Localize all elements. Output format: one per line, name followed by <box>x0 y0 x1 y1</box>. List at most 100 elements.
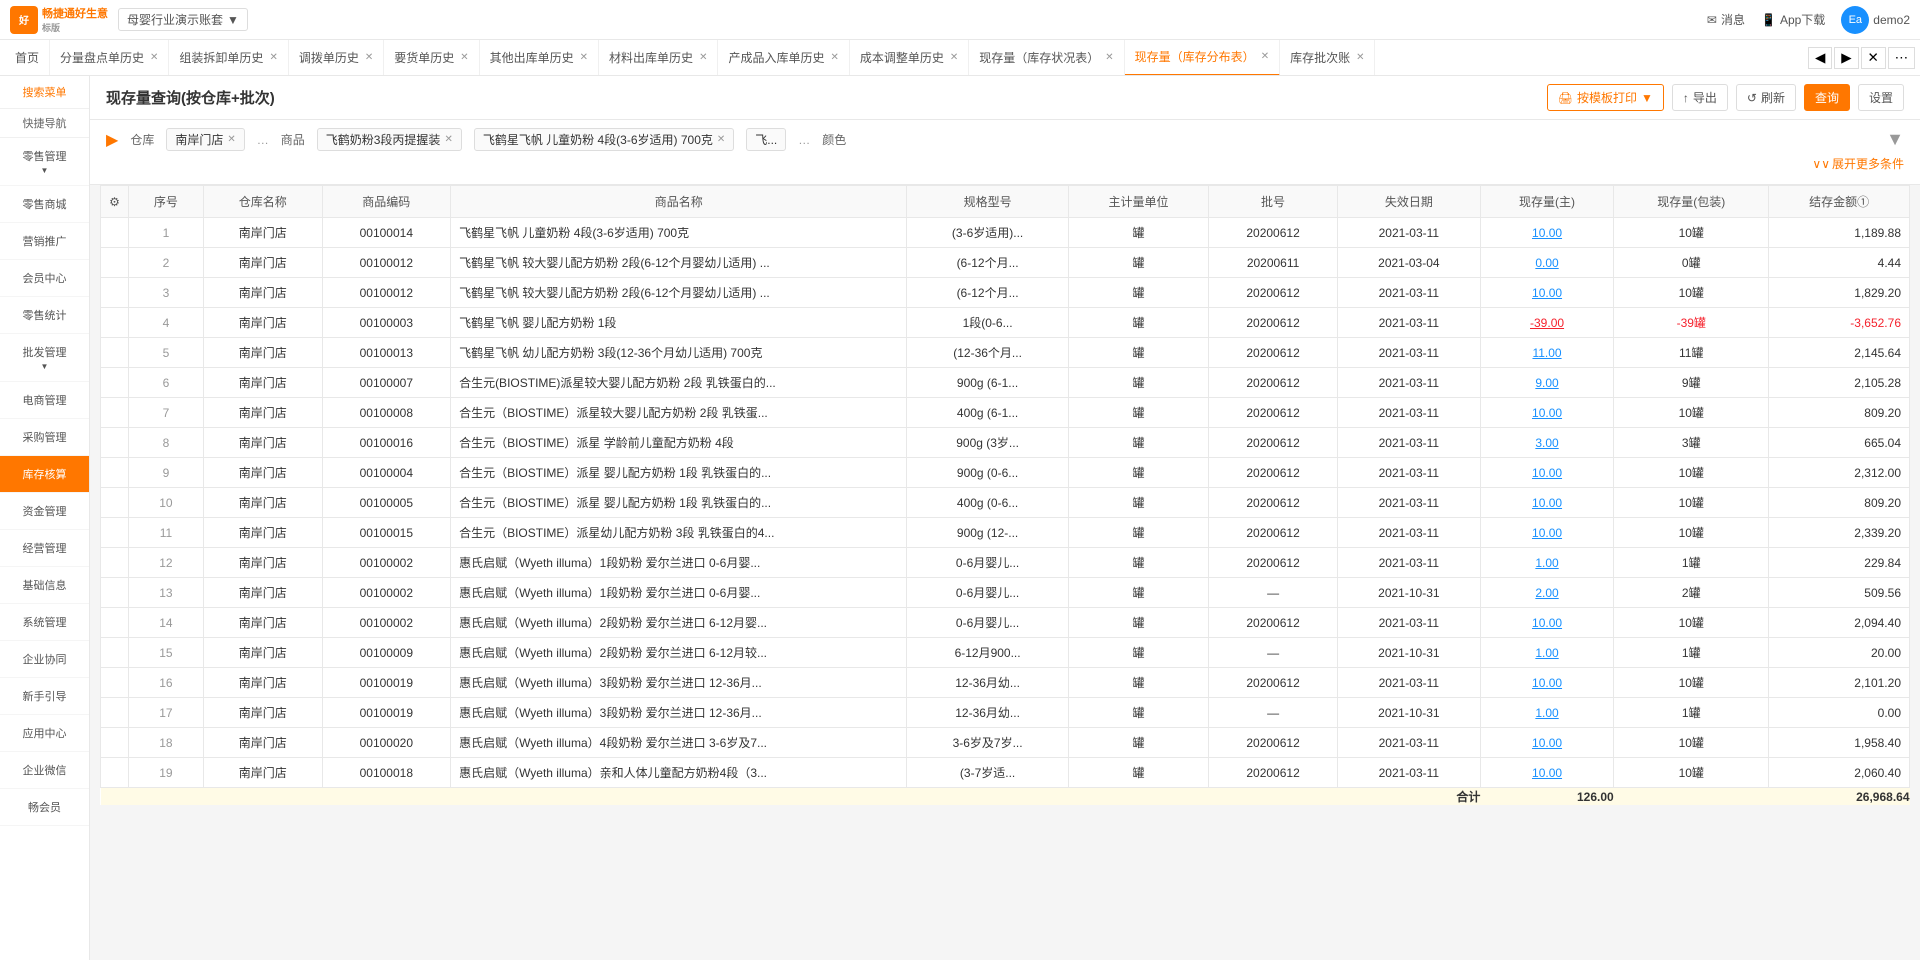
table-row: 11 南岸门店 00100015 合生元（BIOSTIME）派星幼儿配方奶粉 3… <box>101 518 1910 548</box>
cell-stock-main[interactable]: 3.00 <box>1480 428 1613 458</box>
tab-close-icon[interactable]: ✕ <box>1356 52 1364 63</box>
cell-stock-main[interactable]: 10.00 <box>1480 758 1613 788</box>
sidebar-item-guide[interactable]: 新手引导 <box>0 678 89 715</box>
cell-stock-main[interactable]: 10.00 <box>1480 218 1613 248</box>
tab-transfer[interactable]: 调拨单历史✕ <box>289 40 384 76</box>
tab-menu-button[interactable]: ⋯ <box>1888 47 1915 69</box>
remove-product-filter-2-icon[interactable]: ✕ <box>717 134 725 145</box>
cell-stock-main[interactable]: 10.00 <box>1480 488 1613 518</box>
tab-close-icon[interactable]: ✕ <box>269 52 277 63</box>
tab-partial[interactable]: 分量盘点单历史✕ <box>50 40 169 76</box>
template-print-button[interactable]: 🖨 按模板打印 ▼ <box>1547 84 1664 111</box>
cell-stock-main[interactable]: 10.00 <box>1480 398 1613 428</box>
cell-no: 3 <box>129 278 204 308</box>
col-settings[interactable]: ⚙ <box>101 186 129 218</box>
product-more-icon[interactable]: … <box>798 133 810 147</box>
workspace-selector[interactable]: 母婴行业演示账套 ▼ <box>118 8 248 31</box>
page-header: 现存量查询(按仓库+批次) 🖨 按模板打印 ▼ ↑ 导出 ↺ 刷新 查询 <box>90 76 1920 120</box>
sidebar-item-basic-info[interactable]: 基础信息 <box>0 567 89 604</box>
refresh-button[interactable]: ↺ 刷新 <box>1736 84 1796 111</box>
warehouse-filter-tag[interactable]: 南岸门店 ✕ <box>166 128 244 151</box>
settings-button[interactable]: 设置 <box>1858 84 1904 111</box>
tab-stock-dist[interactable]: 现存量（库存分布表）✕ <box>1125 40 1280 76</box>
cell-stock-main[interactable]: 1.00 <box>1480 698 1613 728</box>
cell-warehouse: 南岸门店 <box>203 218 322 248</box>
cell-batch: — <box>1209 698 1338 728</box>
cell-stock-main[interactable]: 2.00 <box>1480 578 1613 608</box>
tab-close-icon[interactable]: ✕ <box>1105 52 1113 63</box>
expand-conditions-button[interactable]: ∨∨ 展开更多条件 <box>1812 155 1904 172</box>
warehouse-more-icon[interactable]: … <box>257 133 269 147</box>
sidebar-item-ecommerce[interactable]: 电商管理 <box>0 382 89 419</box>
sidebar-item-marketing[interactable]: 营销推广 <box>0 223 89 260</box>
sidebar-item-wholesale[interactable]: 批发管理▼ <box>0 334 89 382</box>
remove-warehouse-filter-icon[interactable]: ✕ <box>227 134 235 145</box>
cell-stock-main[interactable]: 9.00 <box>1480 368 1613 398</box>
cell-batch: 20200612 <box>1209 308 1338 338</box>
tab-request[interactable]: 要货单历史✕ <box>384 40 479 76</box>
cell-stock-main[interactable]: 10.00 <box>1480 608 1613 638</box>
tab-close-icon[interactable]: ✕ <box>580 52 588 63</box>
tab-close-icon[interactable]: ✕ <box>830 52 838 63</box>
cell-stock-main[interactable]: 1.00 <box>1480 638 1613 668</box>
tab-batch-ledger[interactable]: 库存批次账✕ <box>1280 40 1375 76</box>
sidebar-item-inventory[interactable]: 库存核算 <box>0 456 89 493</box>
user-profile[interactable]: Ea demo2 <box>1841 6 1910 34</box>
product-filter-tag-2[interactable]: 飞鹤星飞帆 儿童奶粉 4段(3-6岁适用) 700克 ✕ <box>474 128 734 151</box>
tab-close-icon[interactable]: ✕ <box>460 52 468 63</box>
cell-stock-main[interactable]: 10.00 <box>1480 668 1613 698</box>
tab-next-button[interactable]: ▶ <box>1834 47 1858 69</box>
tab-home[interactable]: 首页 <box>5 40 50 76</box>
tab-close-icon[interactable]: ✕ <box>950 52 958 63</box>
tab-stock-status[interactable]: 现存量（库存状况表）✕ <box>969 40 1124 76</box>
sidebar-item-retail-mall[interactable]: 零售商城 <box>0 186 89 223</box>
cell-stock-main[interactable]: 10.00 <box>1480 728 1613 758</box>
cell-stock-main[interactable]: 11.00 <box>1480 338 1613 368</box>
tab-other-out[interactable]: 其他出库单历史✕ <box>480 40 599 76</box>
sidebar-item-management[interactable]: 经营管理 <box>0 530 89 567</box>
tab-close-icon[interactable]: ✕ <box>699 52 707 63</box>
cell-stock-main[interactable]: 0.00 <box>1480 248 1613 278</box>
filter-chevron-down-icon[interactable]: ▼ <box>1886 129 1904 150</box>
sidebar-item-wechat[interactable]: 企业微信 <box>0 752 89 789</box>
tab-prev-button[interactable]: ◀ <box>1808 47 1832 69</box>
cell-name: 飞鹤星飞帆 儿童奶粉 4段(3-6岁适用) 700克 <box>451 218 907 248</box>
sidebar-item-finance[interactable]: 资金管理 <box>0 493 89 530</box>
sidebar-item-app-center[interactable]: 应用中心 <box>0 715 89 752</box>
cell-stock-main[interactable]: 10.00 <box>1480 458 1613 488</box>
tab-cost-adj[interactable]: 成本调整单历史✕ <box>850 40 969 76</box>
cell-stock-main[interactable]: 1.00 <box>1480 548 1613 578</box>
sidebar-item-member[interactable]: 畅会员 <box>0 789 89 826</box>
product-filter-tag-1[interactable]: 飞鹤奶粉3段丙提握装 ✕ <box>317 128 462 151</box>
cell-expire: 2021-03-11 <box>1337 728 1480 758</box>
refresh-icon: ↺ <box>1747 91 1757 105</box>
sidebar-item-system[interactable]: 系统管理 <box>0 604 89 641</box>
sidebar-search[interactable]: 搜索菜单 <box>0 76 89 109</box>
message-label: 消息 <box>1721 11 1745 28</box>
sidebar-quick-nav[interactable]: 快捷导航 <box>0 109 89 138</box>
product-filter-tag-3[interactable]: 飞... <box>746 128 786 151</box>
cell-stock-main[interactable]: -39.00 <box>1480 308 1613 338</box>
tab-product-in[interactable]: 产成品入库单历史✕ <box>718 40 849 76</box>
cell-stock-pkg: 10罐 <box>1614 608 1769 638</box>
message-button[interactable]: ✉ 消息 <box>1707 11 1745 28</box>
remove-product-filter-1-icon[interactable]: ✕ <box>444 134 452 145</box>
cell-stock-main[interactable]: 10.00 <box>1480 278 1613 308</box>
tab-disassemble[interactable]: 组装拆卸单历史✕ <box>169 40 288 76</box>
app-download-button[interactable]: 📱 App下载 <box>1761 11 1825 28</box>
tab-close-all-button[interactable]: ✕ <box>1861 47 1886 69</box>
sidebar-item-retail-management[interactable]: 零售管理▼ <box>0 138 89 186</box>
filter-expand-left-icon[interactable]: ▶ <box>106 130 118 150</box>
tab-close-icon[interactable]: ✕ <box>1261 51 1269 62</box>
sidebar-item-member-center[interactable]: 会员中心 <box>0 260 89 297</box>
sidebar-item-purchase[interactable]: 采购管理 <box>0 419 89 456</box>
query-button[interactable]: 查询 <box>1804 84 1850 111</box>
export-button[interactable]: ↑ 导出 <box>1672 84 1728 111</box>
sidebar-item-enterprise[interactable]: 企业协同 <box>0 641 89 678</box>
cell-no: 5 <box>129 338 204 368</box>
cell-stock-main[interactable]: 10.00 <box>1480 518 1613 548</box>
sidebar-item-retail-stats[interactable]: 零售统计 <box>0 297 89 334</box>
tab-close-icon[interactable]: ✕ <box>365 52 373 63</box>
tab-close-icon[interactable]: ✕ <box>150 52 158 63</box>
tab-material-out[interactable]: 材料出库单历史✕ <box>599 40 718 76</box>
